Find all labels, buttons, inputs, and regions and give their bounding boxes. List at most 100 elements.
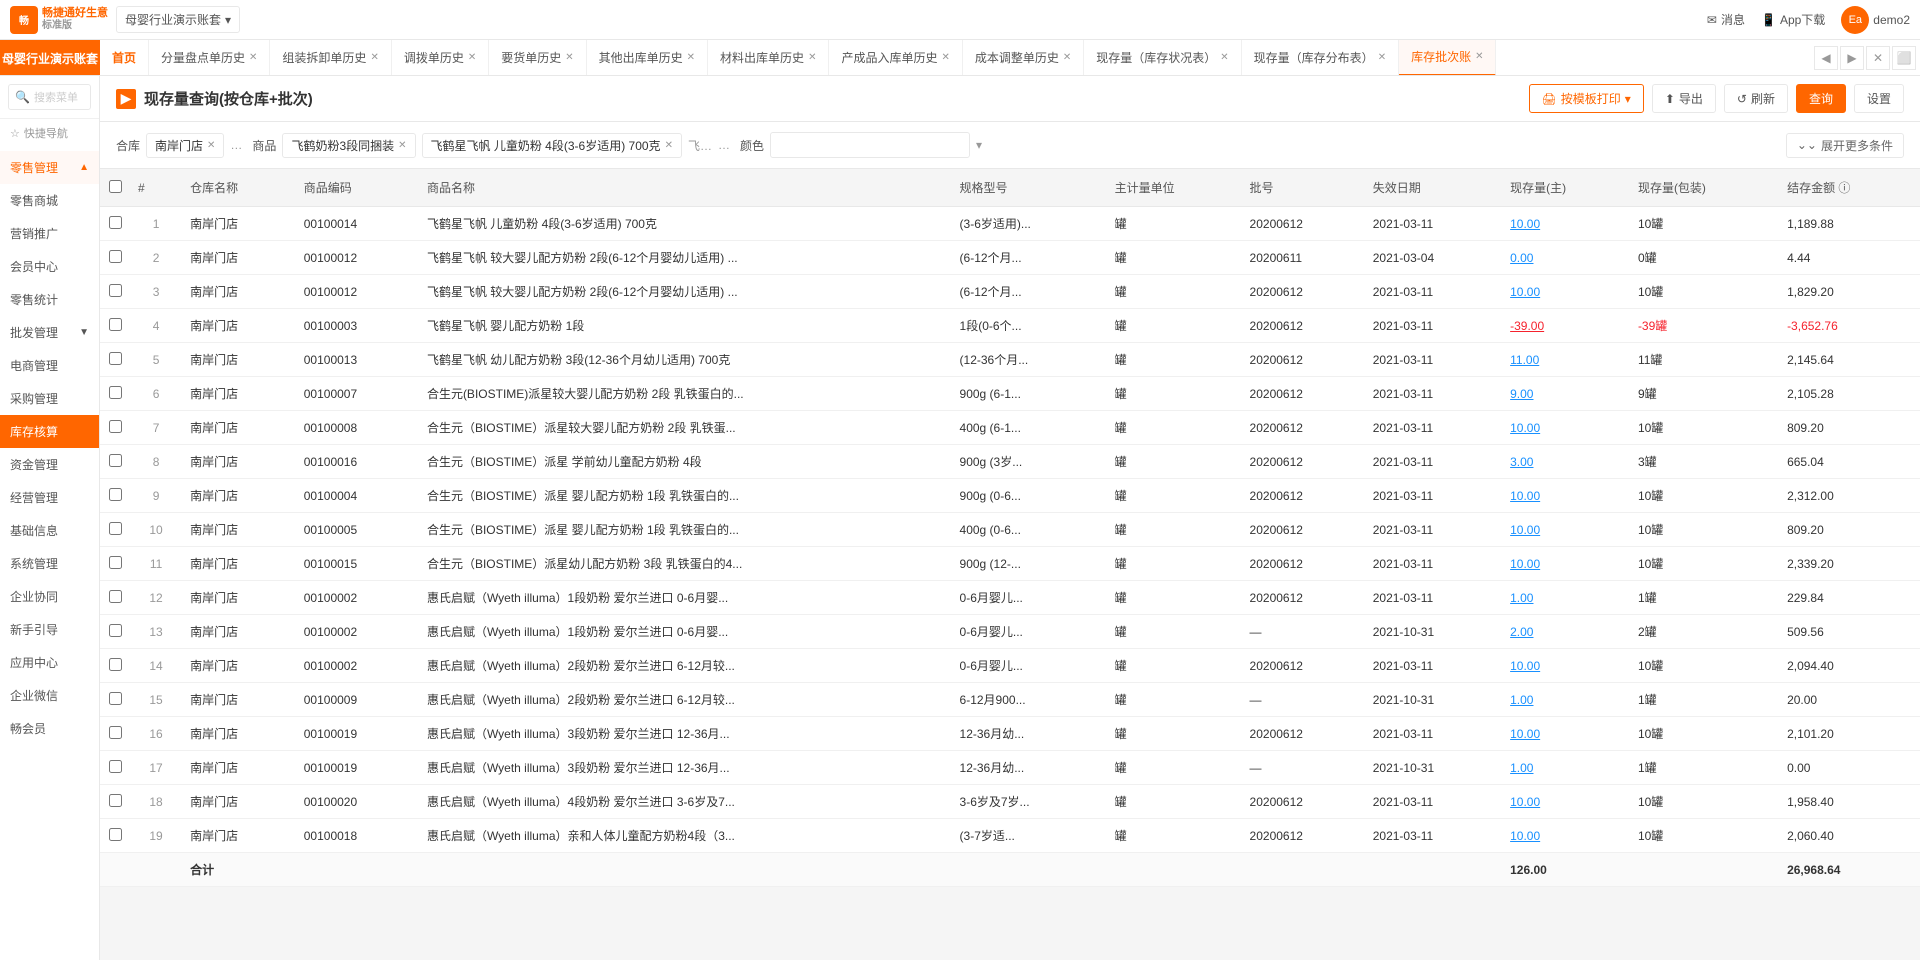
row-checkbox[interactable] (100, 615, 130, 649)
nav-next-arrow[interactable]: ▶ (1840, 46, 1864, 70)
export-btn[interactable]: ⬆ 导出 (1652, 84, 1716, 113)
product-tag-2[interactable]: 飞鹤星飞帆 儿童奶粉 4段(3-6岁适用) 700克 ✕ (422, 133, 682, 158)
row-qty-main[interactable]: 10.00 (1502, 207, 1630, 241)
close-icon[interactable]: ✕ (565, 52, 573, 63)
warehouse-more[interactable]: … (230, 138, 242, 152)
sidebar-item-finance[interactable]: 资金管理 (0, 448, 99, 481)
tab-home[interactable]: 首页 (100, 40, 149, 76)
nav-maximize[interactable]: ⬜ (1892, 46, 1916, 70)
row-qty-main[interactable]: 0.00 (1502, 241, 1630, 275)
close-icon[interactable]: ✕ (941, 52, 949, 63)
sidebar-item-marketing[interactable]: 营销推广 (0, 217, 99, 250)
close-icon[interactable]: ✕ (1220, 52, 1228, 63)
row-qty-main[interactable]: 1.00 (1502, 751, 1630, 785)
row-checkbox[interactable] (100, 717, 130, 751)
message-btn[interactable]: ✉ 消息 (1707, 11, 1745, 28)
close-icon[interactable]: ✕ (468, 52, 476, 63)
sidebar-item-enterprise[interactable]: 企业协同 (0, 580, 99, 613)
sidebar-item-member[interactable]: 会员中心 (0, 250, 99, 283)
tab-yaohuo[interactable]: 要货单历史 ✕ (489, 40, 586, 76)
row-checkbox[interactable] (100, 479, 130, 513)
row-checkbox[interactable] (100, 445, 130, 479)
close-icon[interactable]: ✕ (1063, 52, 1071, 63)
sidebar-item-ecommerce[interactable]: 电商管理 (0, 349, 99, 382)
color-input[interactable] (770, 132, 970, 158)
sidebar-item-wechat[interactable]: 企业微信 (0, 679, 99, 712)
close-icon[interactable]: ✕ (370, 52, 378, 63)
sidebar-item-retail-stats[interactable]: 零售统计 (0, 283, 99, 316)
row-qty-main[interactable]: 10.00 (1502, 275, 1630, 309)
row-checkbox[interactable] (100, 411, 130, 445)
tab-chanchengpin[interactable]: 产成品入库单历史 ✕ (829, 40, 962, 76)
row-qty-main[interactable]: 1.00 (1502, 683, 1630, 717)
shortcut-nav[interactable]: ☆ 快捷导航 (0, 119, 99, 147)
tab-chenben[interactable]: 成本调整单历史 ✕ (963, 40, 1084, 76)
user-menu[interactable]: Ea demo2 (1841, 6, 1910, 34)
sidebar-item-operations[interactable]: 经营管理 (0, 481, 99, 514)
search-box[interactable]: 🔍 搜索菜单 (8, 84, 91, 110)
industry-select[interactable]: 母婴行业演示账套 ▾ (116, 6, 240, 33)
tab-xiancunliang-dist[interactable]: 现存量（库存分布表） ✕ (1242, 40, 1399, 76)
tab-qitachuku[interactable]: 其他出库单历史 ✕ (587, 40, 708, 76)
remove-product2-icon[interactable]: ✕ (665, 140, 673, 151)
row-checkbox[interactable] (100, 241, 130, 275)
sidebar-item-basic-info[interactable]: 基础信息 (0, 514, 99, 547)
app-download-btn[interactable]: 📱 App下载 (1761, 11, 1825, 28)
row-checkbox[interactable] (100, 513, 130, 547)
expand-more-btn[interactable]: ⌄⌄ 展开更多条件 (1786, 133, 1904, 158)
sidebar-item-guide[interactable]: 新手引导 (0, 613, 99, 646)
row-checkbox[interactable] (100, 751, 130, 785)
row-checkbox[interactable] (100, 275, 130, 309)
row-qty-main[interactable]: 9.00 (1502, 377, 1630, 411)
expand-filter-btn[interactable]: ▶ (116, 89, 136, 109)
row-qty-main[interactable]: 10.00 (1502, 785, 1630, 819)
nav-prev-arrow[interactable]: ◀ (1814, 46, 1838, 70)
sidebar-item-inventory[interactable]: 库存核算 (0, 415, 99, 448)
row-checkbox[interactable] (100, 207, 130, 241)
row-qty-main[interactable]: 10.00 (1502, 547, 1630, 581)
row-qty-main[interactable]: -39.00 (1502, 309, 1630, 343)
col-checkbox[interactable] (100, 169, 130, 207)
tab-xiancunliang-status[interactable]: 现存量（库存状况表） ✕ (1084, 40, 1241, 76)
remove-product1-icon[interactable]: ✕ (398, 140, 406, 151)
row-checkbox[interactable] (100, 581, 130, 615)
row-qty-main[interactable]: 1.00 (1502, 581, 1630, 615)
close-icon[interactable]: ✕ (687, 52, 695, 63)
row-qty-main[interactable]: 2.00 (1502, 615, 1630, 649)
sidebar-item-retail-mgmt[interactable]: 零售管理 ▲ (0, 151, 99, 184)
row-checkbox[interactable] (100, 683, 130, 717)
row-checkbox[interactable] (100, 819, 130, 853)
nav-close-tab[interactable]: ✕ (1866, 46, 1890, 70)
warehouse-tag[interactable]: 南岸门店 ✕ (146, 133, 224, 158)
sidebar-item-purchase[interactable]: 采购管理 (0, 382, 99, 415)
close-icon[interactable]: ✕ (808, 52, 816, 63)
row-checkbox[interactable] (100, 309, 130, 343)
row-qty-main[interactable]: 10.00 (1502, 479, 1630, 513)
row-checkbox[interactable] (100, 547, 130, 581)
row-checkbox[interactable] (100, 649, 130, 683)
close-icon[interactable]: ✕ (1475, 51, 1483, 62)
sidebar-item-retail-shop[interactable]: 零售商城 (0, 184, 99, 217)
query-btn[interactable]: 查询 (1796, 84, 1846, 113)
row-qty-main[interactable]: 10.00 (1502, 649, 1630, 683)
sidebar-item-system[interactable]: 系统管理 (0, 547, 99, 580)
close-icon[interactable]: ✕ (1378, 52, 1386, 63)
row-qty-main[interactable]: 10.00 (1502, 513, 1630, 547)
row-checkbox[interactable] (100, 343, 130, 377)
sidebar-item-apps[interactable]: 应用中心 (0, 646, 99, 679)
refresh-btn[interactable]: ↺ 刷新 (1724, 84, 1788, 113)
tab-cailiaochuku[interactable]: 材料出库单历史 ✕ (708, 40, 829, 76)
product-more[interactable]: 飞… (688, 137, 712, 154)
row-checkbox[interactable] (100, 377, 130, 411)
settings-btn[interactable]: 设置 (1854, 84, 1904, 113)
remove-warehouse-icon[interactable]: ✕ (207, 140, 215, 151)
tab-fenliangpandian[interactable]: 分量盘点单历史 ✕ (149, 40, 270, 76)
template-print-btn[interactable]: 🖨 按模板打印 ▾ (1529, 84, 1644, 113)
close-icon[interactable]: ✕ (249, 52, 257, 63)
product-tag-1[interactable]: 飞鹤奶粉3段同捆装 ✕ (282, 133, 415, 158)
product-ellipsis[interactable]: … (718, 138, 730, 152)
select-all-checkbox[interactable] (109, 180, 122, 193)
tab-diaobodanls[interactable]: 调拨单历史 ✕ (392, 40, 489, 76)
tab-zuzhuangchaijie[interactable]: 组装拆卸单历史 ✕ (270, 40, 391, 76)
row-qty-main[interactable]: 3.00 (1502, 445, 1630, 479)
